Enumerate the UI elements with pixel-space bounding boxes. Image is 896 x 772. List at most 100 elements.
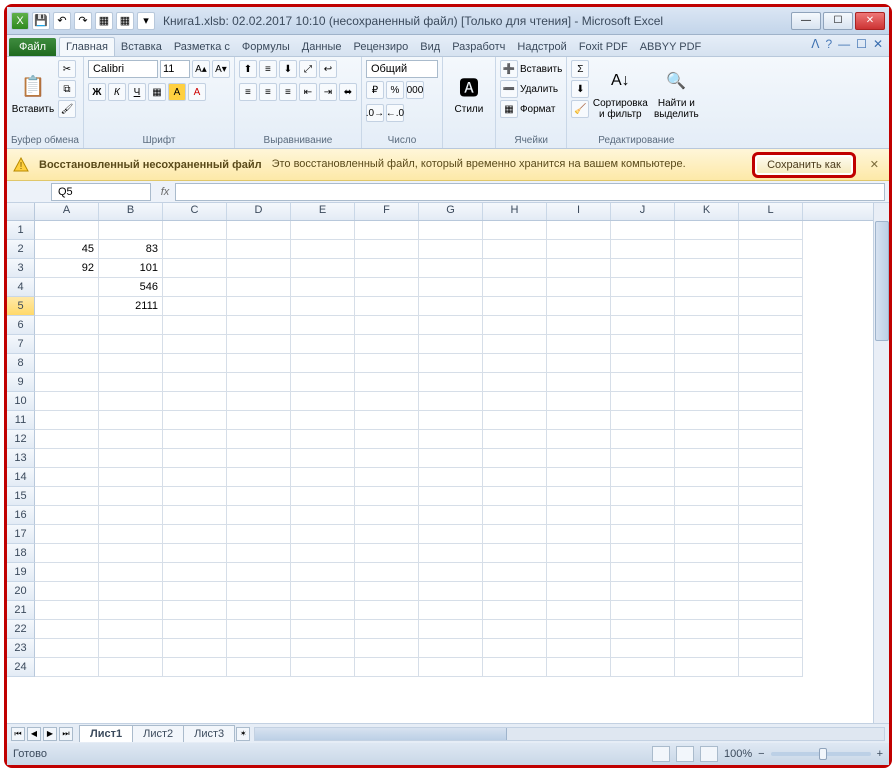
cell-J1[interactable] (611, 221, 675, 240)
cell-L18[interactable] (739, 544, 803, 563)
cell-A11[interactable] (35, 411, 99, 430)
cell-C11[interactable] (163, 411, 227, 430)
cell-L12[interactable] (739, 430, 803, 449)
cell-G8[interactable] (419, 354, 483, 373)
increase-font-icon[interactable]: A▴ (192, 60, 210, 78)
cell-E24[interactable] (291, 658, 355, 677)
cell-C8[interactable] (163, 354, 227, 373)
sheet-nav-first[interactable]: ⏮ (11, 727, 25, 741)
cell-H1[interactable] (483, 221, 547, 240)
formula-input[interactable] (175, 183, 885, 201)
row-header-9[interactable]: 9 (7, 373, 35, 392)
cell-I20[interactable] (547, 582, 611, 601)
cell-J3[interactable] (611, 259, 675, 278)
cell-C24[interactable] (163, 658, 227, 677)
cell-F21[interactable] (355, 601, 419, 620)
cell-J18[interactable] (611, 544, 675, 563)
cell-D14[interactable] (227, 468, 291, 487)
autosum-icon[interactable]: Σ (571, 60, 589, 78)
cell-E3[interactable] (291, 259, 355, 278)
cell-F2[interactable] (355, 240, 419, 259)
cell-K17[interactable] (675, 525, 739, 544)
cell-K6[interactable] (675, 316, 739, 335)
cell-J14[interactable] (611, 468, 675, 487)
cell-L20[interactable] (739, 582, 803, 601)
cell-A2[interactable]: 45 (35, 240, 99, 259)
cell-E15[interactable] (291, 487, 355, 506)
clear-icon[interactable]: 🧹 (571, 100, 589, 118)
cell-F7[interactable] (355, 335, 419, 354)
cell-L23[interactable] (739, 639, 803, 658)
close-message-icon[interactable]: ✕ (866, 158, 883, 171)
cell-E21[interactable] (291, 601, 355, 620)
cell-H12[interactable] (483, 430, 547, 449)
cell-A8[interactable] (35, 354, 99, 373)
horizontal-scroll-thumb[interactable] (255, 728, 507, 740)
row-header-22[interactable]: 22 (7, 620, 35, 639)
cell-G16[interactable] (419, 506, 483, 525)
cell-B9[interactable] (99, 373, 163, 392)
cell-G21[interactable] (419, 601, 483, 620)
cell-G14[interactable] (419, 468, 483, 487)
tab-home[interactable]: Главная (59, 37, 115, 56)
cell-J9[interactable] (611, 373, 675, 392)
cell-H21[interactable] (483, 601, 547, 620)
cell-K4[interactable] (675, 278, 739, 297)
underline-icon[interactable]: Ч (128, 83, 146, 101)
cell-D13[interactable] (227, 449, 291, 468)
cell-C20[interactable] (163, 582, 227, 601)
cell-F9[interactable] (355, 373, 419, 392)
cell-B24[interactable] (99, 658, 163, 677)
cells-format-button[interactable]: ▦Формат (500, 100, 556, 118)
cell-D19[interactable] (227, 563, 291, 582)
cell-F14[interactable] (355, 468, 419, 487)
cell-K21[interactable] (675, 601, 739, 620)
cell-B22[interactable] (99, 620, 163, 639)
cell-D4[interactable] (227, 278, 291, 297)
cell-F22[interactable] (355, 620, 419, 639)
cell-A12[interactable] (35, 430, 99, 449)
column-header-A[interactable]: A (35, 203, 99, 220)
cell-A22[interactable] (35, 620, 99, 639)
row-header-15[interactable]: 15 (7, 487, 35, 506)
vertical-scrollbar[interactable] (873, 203, 889, 723)
cell-G4[interactable] (419, 278, 483, 297)
row-header-1[interactable]: 1 (7, 221, 35, 240)
cut-icon[interactable]: ✂ (58, 60, 76, 78)
tab-pagelayout[interactable]: Разметка с (168, 38, 236, 56)
cell-G20[interactable] (419, 582, 483, 601)
sheet-nav-prev[interactable]: ◀ (27, 727, 41, 741)
cell-D15[interactable] (227, 487, 291, 506)
cell-L24[interactable] (739, 658, 803, 677)
cell-L11[interactable] (739, 411, 803, 430)
cells-insert-button[interactable]: ➕Вставить (500, 60, 562, 78)
wrap-icon[interactable]: ↩ (319, 60, 337, 78)
row-header-2[interactable]: 2 (7, 240, 35, 259)
cell-G24[interactable] (419, 658, 483, 677)
column-header-B[interactable]: B (99, 203, 163, 220)
cell-J8[interactable] (611, 354, 675, 373)
column-header-I[interactable]: I (547, 203, 611, 220)
cell-E14[interactable] (291, 468, 355, 487)
tab-addins[interactable]: Надстрой (511, 38, 572, 56)
cell-L9[interactable] (739, 373, 803, 392)
align-left-icon[interactable]: ≡ (239, 83, 257, 101)
tab-abbyy[interactable]: ABBYY PDF (634, 38, 708, 56)
cell-G12[interactable] (419, 430, 483, 449)
sheet-tab-2[interactable]: Лист2 (132, 725, 184, 742)
cell-G1[interactable] (419, 221, 483, 240)
cell-K11[interactable] (675, 411, 739, 430)
cell-K2[interactable] (675, 240, 739, 259)
cell-F12[interactable] (355, 430, 419, 449)
cell-E6[interactable] (291, 316, 355, 335)
cell-D17[interactable] (227, 525, 291, 544)
cell-H20[interactable] (483, 582, 547, 601)
font-size-selector[interactable]: 11 (160, 60, 190, 78)
cell-A4[interactable] (35, 278, 99, 297)
tab-review[interactable]: Рецензиро (348, 38, 415, 56)
excel-icon[interactable]: X (11, 12, 29, 30)
cell-C7[interactable] (163, 335, 227, 354)
cell-C21[interactable] (163, 601, 227, 620)
cell-F15[interactable] (355, 487, 419, 506)
cell-I16[interactable] (547, 506, 611, 525)
